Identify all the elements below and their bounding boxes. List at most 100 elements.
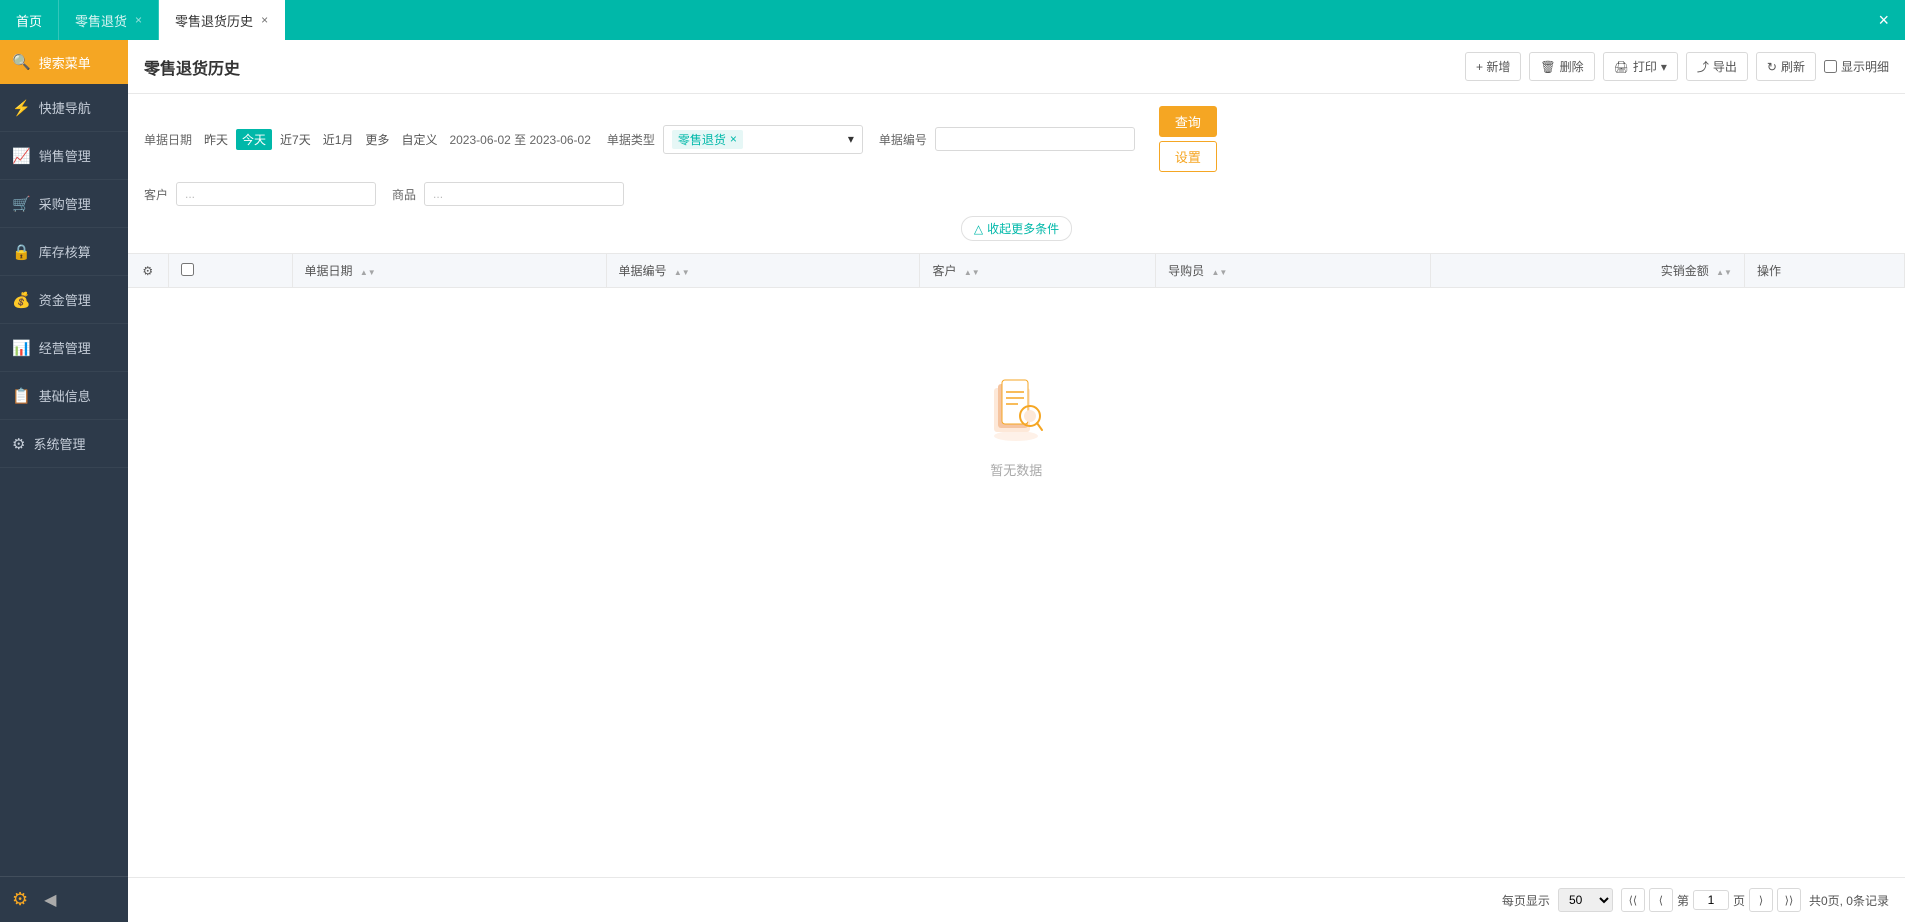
purchase-icon: 🛒 bbox=[12, 195, 31, 213]
goods-select[interactable]: ... bbox=[424, 182, 624, 206]
window-close-button[interactable]: × bbox=[1862, 10, 1905, 31]
table-container: ⚙ 单据日期 ▲▼ 单据编号 ▲▼ bbox=[128, 254, 1905, 877]
date-opt-1month[interactable]: 近1月 bbox=[319, 129, 358, 150]
sidebar-item-finance[interactable]: 💰 资金管理 bbox=[0, 276, 128, 324]
page-suffix: 页 bbox=[1733, 892, 1745, 909]
date-filter-group: 单据日期 昨天 今天 近7天 近1月 更多 自定义 2023-06-02 至 2… bbox=[144, 129, 591, 150]
show-detail-checkbox-label[interactable]: 显示明细 bbox=[1824, 58, 1889, 75]
empty-state: 暂无数据 bbox=[128, 288, 1905, 559]
prev-page-button[interactable]: ⟨ bbox=[1649, 888, 1673, 912]
th-customer[interactable]: 客户 ▲▼ bbox=[920, 254, 1156, 288]
search-icon: 🔍 bbox=[12, 53, 31, 71]
speaker-icon[interactable]: ◀ bbox=[44, 890, 56, 910]
guide-sort-icon: ▲▼ bbox=[1212, 268, 1228, 277]
th-amount[interactable]: 实销金额 ▲▼ bbox=[1430, 254, 1744, 288]
goods-placeholder: ... bbox=[433, 187, 443, 201]
customer-select[interactable]: ... bbox=[176, 182, 376, 206]
th-doc-number[interactable]: 单据编号 ▲▼ bbox=[606, 254, 920, 288]
topbar: 首页 零售退货 × 零售退货历史 × × bbox=[0, 0, 1905, 40]
amount-sort-icon: ▲▼ bbox=[1716, 268, 1732, 277]
sidebar-item-inventory[interactable]: 🔒 库存核算 bbox=[0, 228, 128, 276]
date-opt-today[interactable]: 今天 bbox=[236, 129, 272, 150]
sidebar-item-sales-mgmt[interactable]: 📈 销售管理 bbox=[0, 132, 128, 180]
goods-label: 商品 bbox=[392, 186, 416, 203]
last-page-button[interactable]: ⟩⟩ bbox=[1777, 888, 1801, 912]
tab-retail-return[interactable]: 零售退货 × bbox=[59, 0, 159, 40]
total-info: 共0页, 0条记录 bbox=[1809, 892, 1889, 909]
date-options: 昨天 今天 近7天 近1月 更多 自定义 bbox=[200, 129, 441, 150]
date-opt-custom[interactable]: 自定义 bbox=[397, 129, 441, 150]
query-button[interactable]: 查询 bbox=[1159, 106, 1217, 137]
header-actions: + 新增 🗑 删除 🖨 打印 ▾ ⤴ 导出 ↻ 刷新 bbox=[1465, 52, 1889, 81]
date-opt-7days[interactable]: 近7天 bbox=[276, 129, 315, 150]
show-detail-checkbox[interactable] bbox=[1824, 60, 1837, 73]
doc-type-select[interactable]: 零售退货 × ▾ bbox=[663, 125, 863, 154]
page-size-select[interactable]: 10 20 50 100 bbox=[1558, 888, 1613, 912]
system-icon: ⚙ bbox=[12, 435, 25, 453]
print-button[interactable]: 🖨 打印 ▾ bbox=[1603, 52, 1678, 81]
date-filter-label: 单据日期 bbox=[144, 131, 192, 148]
tab-retail-return-label: 零售退货 bbox=[75, 11, 127, 30]
sidebar-item-purchase-mgmt[interactable]: 🛒 采购管理 bbox=[0, 180, 128, 228]
filter-settings-button[interactable]: 设置 bbox=[1159, 141, 1217, 172]
tab-home[interactable]: 首页 bbox=[0, 0, 59, 40]
page-size-label: 每页显示 bbox=[1502, 892, 1550, 909]
th-actions: 操作 bbox=[1744, 254, 1904, 288]
doc-type-tag: 零售退货 × bbox=[672, 130, 743, 149]
refresh-icon: ↻ bbox=[1767, 60, 1777, 74]
doc-number-filter-group: 单据编号 bbox=[879, 127, 1135, 151]
collapse-icon: △ bbox=[974, 222, 983, 236]
empty-text: 暂无数据 bbox=[990, 460, 1042, 479]
query-settings-group: 查询 设置 bbox=[1159, 106, 1217, 172]
print-icon: 🖨 bbox=[1614, 60, 1629, 74]
sidebar-item-operations[interactable]: 📊 经营管理 bbox=[0, 324, 128, 372]
doc-type-select-value: 零售退货 × bbox=[672, 130, 848, 149]
tab-retail-return-history-label: 零售退货历史 bbox=[175, 11, 253, 30]
doc-number-label: 单据编号 bbox=[879, 131, 927, 148]
new-button[interactable]: + 新增 bbox=[1465, 52, 1521, 81]
operations-icon: 📊 bbox=[12, 339, 31, 357]
settings-gear-icon[interactable]: ⚙ bbox=[12, 889, 28, 910]
th-settings[interactable]: ⚙ bbox=[128, 254, 168, 288]
th-guide[interactable]: 导购员 ▲▼ bbox=[1156, 254, 1431, 288]
filter-row-2: 客户 ... 商品 ... bbox=[144, 182, 1889, 206]
doc-number-sort-icon: ▲▼ bbox=[674, 268, 690, 277]
sidebar-item-quick-nav[interactable]: ⚡ 快捷导航 bbox=[0, 84, 128, 132]
export-button[interactable]: ⤴ 导出 bbox=[1686, 52, 1748, 81]
customer-placeholder: ... bbox=[185, 187, 195, 201]
page-number-input[interactable]: 1 bbox=[1693, 890, 1729, 910]
doc-type-tag-close[interactable]: × bbox=[730, 132, 737, 146]
next-page-button[interactable]: ⟩ bbox=[1749, 888, 1773, 912]
sidebar-item-label: 采购管理 bbox=[39, 194, 91, 213]
select-all-checkbox[interactable] bbox=[181, 263, 194, 276]
delete-button[interactable]: 🗑 删除 bbox=[1529, 52, 1594, 81]
customer-label: 客户 bbox=[144, 186, 168, 203]
th-checkbox[interactable] bbox=[168, 254, 292, 288]
collapse-filters-button[interactable]: △ 收起更多条件 bbox=[961, 216, 1072, 241]
sidebar-item-system-mgmt[interactable]: ⚙ 系统管理 bbox=[0, 420, 128, 468]
filter-area: 单据日期 昨天 今天 近7天 近1月 更多 自定义 2023-06-02 至 2… bbox=[128, 94, 1905, 254]
first-page-button[interactable]: ⟨⟨ bbox=[1621, 888, 1645, 912]
doc-type-dropdown-icon: ▾ bbox=[848, 132, 854, 146]
tab-retail-return-history-close[interactable]: × bbox=[261, 13, 268, 27]
sidebar-item-label: 系统管理 bbox=[33, 434, 85, 453]
refresh-button[interactable]: ↻ 刷新 bbox=[1756, 52, 1816, 81]
date-opt-more[interactable]: 更多 bbox=[361, 129, 393, 150]
tab-retail-return-history[interactable]: 零售退货历史 × bbox=[159, 0, 285, 40]
content-header: 零售退货历史 + 新增 🗑 删除 🖨 打印 ▾ ⤴ 导出 ↻ bbox=[128, 40, 1905, 94]
doc-number-input[interactable] bbox=[935, 127, 1135, 151]
table-settings-icon[interactable]: ⚙ bbox=[142, 264, 153, 278]
th-doc-date[interactable]: 单据日期 ▲▼ bbox=[292, 254, 606, 288]
sidebar-bottom: ⚙ ◀ bbox=[0, 876, 128, 922]
sidebar-search-label: 搜索菜单 bbox=[39, 53, 91, 72]
finance-icon: 💰 bbox=[12, 291, 31, 309]
sidebar-item-basic-info[interactable]: 📋 基础信息 bbox=[0, 372, 128, 420]
tab-home-label: 首页 bbox=[16, 11, 42, 30]
date-opt-yesterday[interactable]: 昨天 bbox=[200, 129, 232, 150]
tab-retail-return-close[interactable]: × bbox=[135, 13, 142, 27]
sidebar-search[interactable]: 🔍 搜索菜单 bbox=[0, 40, 128, 84]
sidebar-item-label: 销售管理 bbox=[39, 146, 91, 165]
pagination: 每页显示 10 20 50 100 ⟨⟨ ⟨ 第 1 页 ⟩ ⟩⟩ 共0页, 0… bbox=[128, 877, 1905, 922]
sidebar-item-label: 快捷导航 bbox=[39, 98, 91, 117]
doc-type-label: 单据类型 bbox=[607, 131, 655, 148]
